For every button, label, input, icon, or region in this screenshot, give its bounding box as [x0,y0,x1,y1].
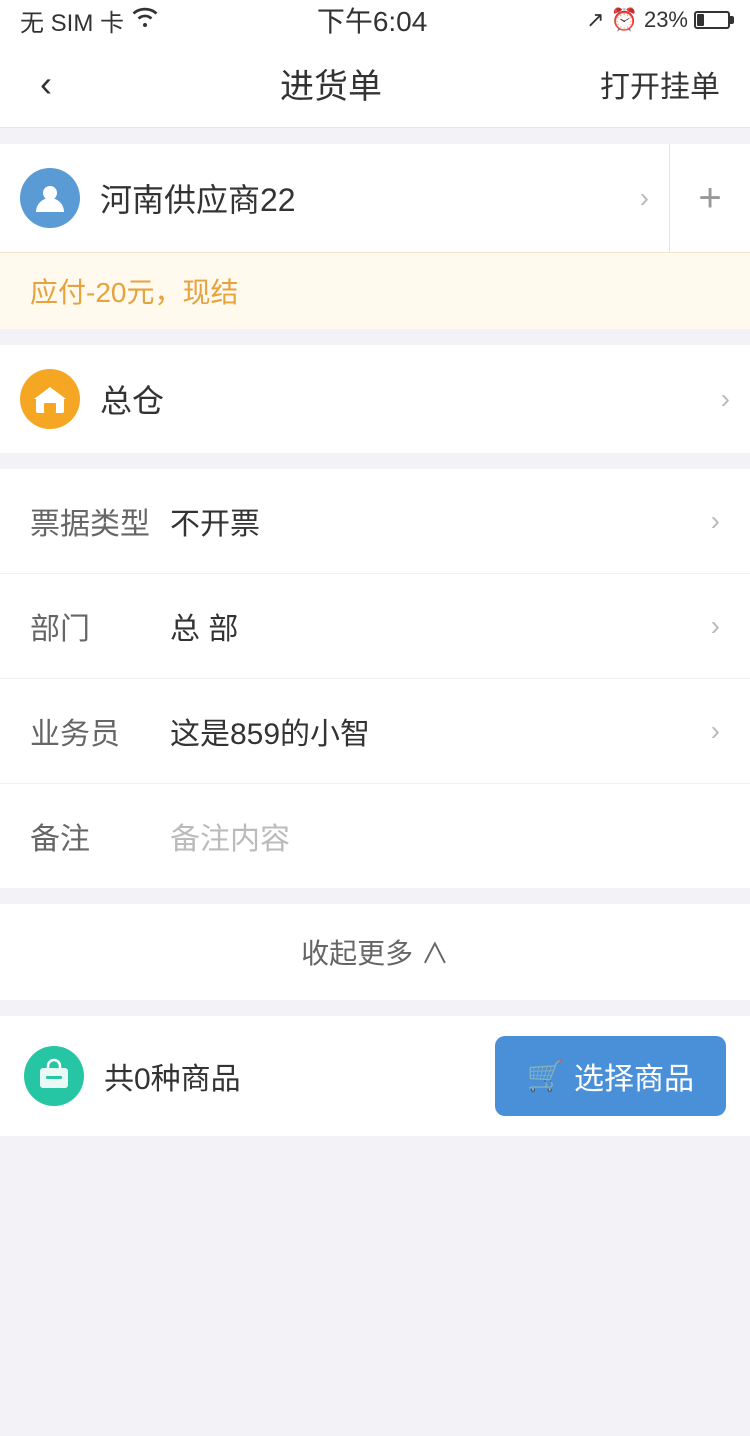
status-right: ↗ ⏰ 23% [586,7,730,33]
notice-bar: 应付-20元，现结 [0,252,750,329]
collapse-button[interactable]: 收起更多 ∧ [0,904,750,1000]
alarm-icon: ⏰ [611,7,638,33]
chevron-right-icon: › [711,610,720,642]
battery-icon [694,11,730,29]
invoice-type-row[interactable]: 票据类型 不开票 › [0,469,750,574]
battery-label: 23% [644,7,688,33]
status-time: 下午6:04 [317,0,428,40]
remark-input[interactable]: 备注内容 [170,814,720,858]
salesperson-label: 业务员 [30,709,170,753]
invoice-value: 不开票 [170,499,701,543]
open-pending-button[interactable]: 打开挂单 [600,62,720,106]
content: 河南供应商22 › + 应付-20元，现结 总仓 › 票据类型 不开票 › 部门 [0,144,750,1436]
back-button[interactable]: ‹ [30,53,62,115]
warehouse-icon [20,369,80,429]
supplier-section: 河南供应商22 › + [0,144,750,252]
add-supplier-button[interactable]: + [670,144,750,252]
product-count: 共0种商品 [104,1054,475,1098]
product-bar: 共0种商品 🛒 选择商品 [0,1016,750,1136]
warehouse-section[interactable]: 总仓 › [0,345,750,453]
department-row[interactable]: 部门 总 部 › [0,574,750,679]
collapse-label: 收起更多 ∧ [301,932,449,972]
nav-bar: ‹ 进货单 打开挂单 [0,40,750,128]
chevron-right-icon: › [640,182,649,214]
empty-area [0,1136,750,1436]
product-icon [24,1046,84,1106]
chevron-right-icon: › [711,505,720,537]
salesperson-value: 这是859的小智 [170,709,701,753]
cart-icon: 🛒 [527,1059,564,1094]
department-value: 总 部 [170,604,701,648]
chevron-right-icon: › [711,715,720,747]
chevron-right-icon: › [721,383,730,415]
status-bar: 无 SIM 卡 下午6:04 ↗ ⏰ 23% [0,0,750,40]
remark-label: 备注 [30,814,170,858]
department-label: 部门 [30,604,170,648]
salesperson-row[interactable]: 业务员 这是859的小智 › [0,679,750,784]
notice-text: 应付-20元，现结 [30,277,238,308]
form-section: 票据类型 不开票 › 部门 总 部 › 业务员 这是859的小智 › 备注 备注… [0,469,750,888]
carrier-label: 无 SIM 卡 [20,3,124,38]
supplier-avatar [20,168,80,228]
page-title: 进货单 [280,59,382,108]
status-left: 无 SIM 卡 [20,3,158,38]
warehouse-name: 总仓 [100,376,711,422]
invoice-label: 票据类型 [30,499,170,543]
remark-row[interactable]: 备注 备注内容 [0,784,750,888]
wifi-icon [132,6,158,34]
supplier-selector[interactable]: 河南供应商22 › [0,144,670,252]
select-product-label: 选择商品 [574,1054,694,1098]
select-product-button[interactable]: 🛒 选择商品 [495,1036,726,1116]
supplier-name: 河南供应商22 [100,175,630,221]
location-icon: ↗ [586,7,604,33]
